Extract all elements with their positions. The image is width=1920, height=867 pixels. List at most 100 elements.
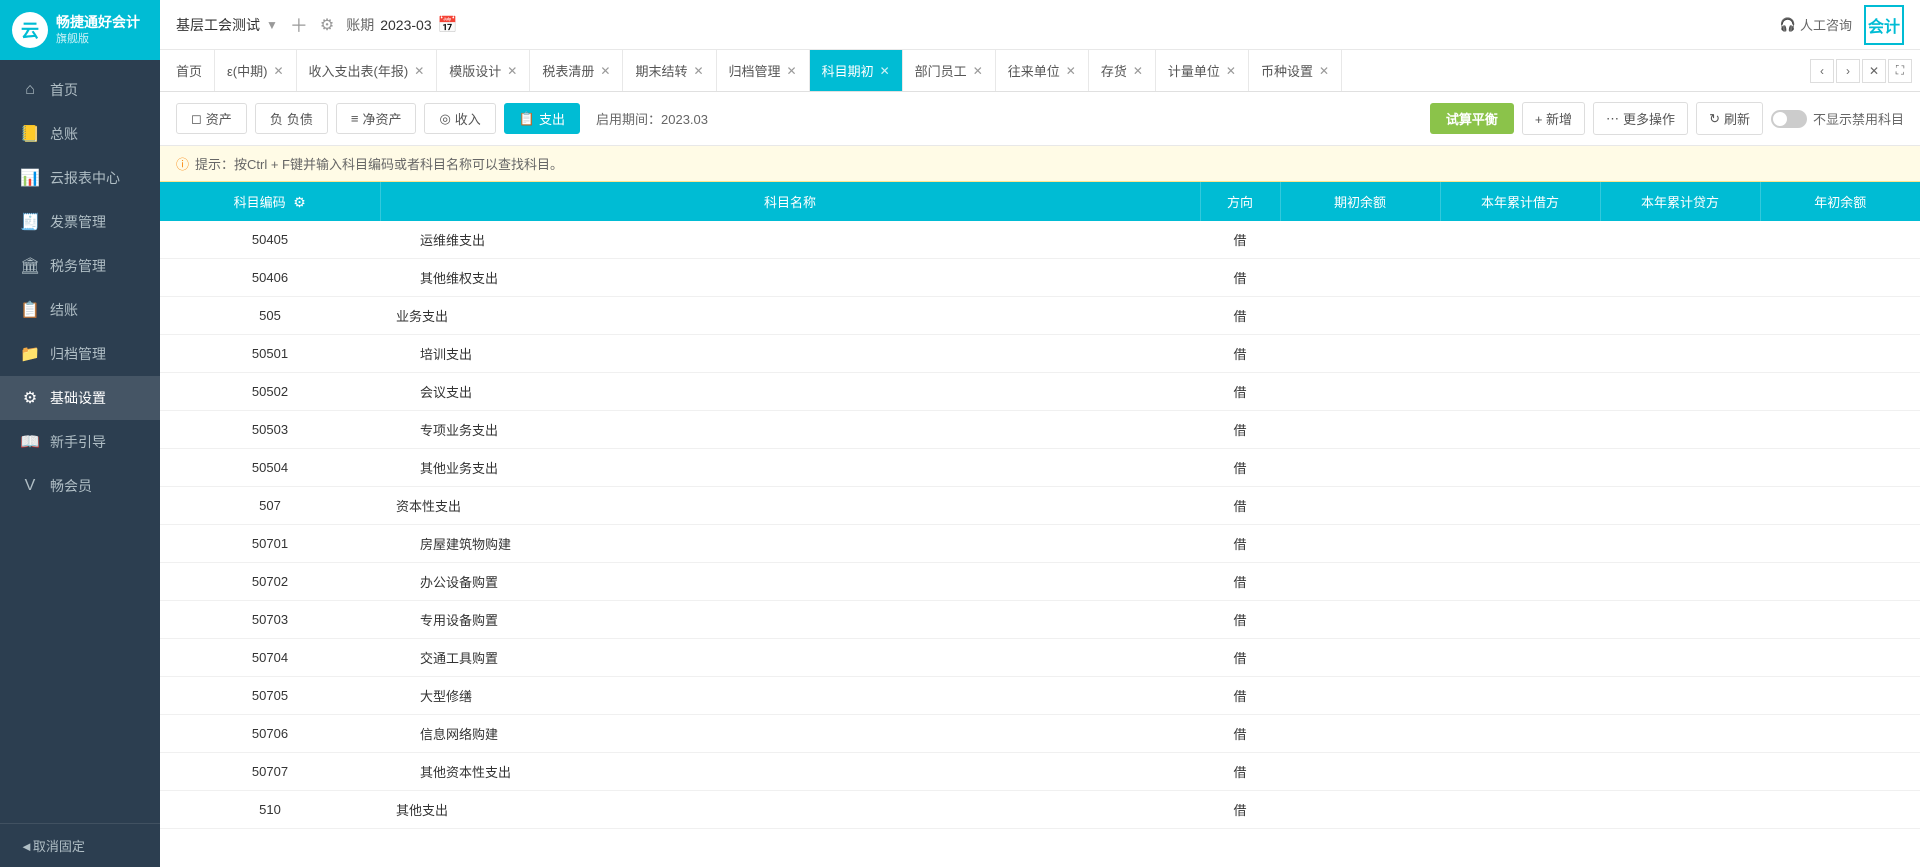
cell-direction: 借 bbox=[1200, 639, 1280, 677]
table-row[interactable]: 50702办公设备购置借 bbox=[160, 563, 1920, 601]
kuaiji-button[interactable]: 会计 bbox=[1864, 5, 1904, 45]
table-row[interactable]: 50501培训支出借 bbox=[160, 335, 1920, 373]
close-icon[interactable]: ✕ bbox=[1226, 64, 1236, 78]
sidebar-item-member[interactable]: V 畅会员 bbox=[0, 464, 160, 508]
tab-archive[interactable]: 归档管理 ✕ bbox=[717, 50, 810, 92]
close-icon[interactable]: ✕ bbox=[1319, 64, 1329, 78]
filter-netasset-button[interactable]: ≡ 净资产 bbox=[336, 103, 417, 134]
close-icon[interactable]: ✕ bbox=[787, 64, 797, 78]
cell-annual-credit bbox=[1600, 753, 1760, 791]
cell-name: 房屋建筑物购建 bbox=[380, 525, 1200, 563]
col-name: 科目名称 bbox=[380, 182, 1200, 221]
tab-midterm[interactable]: ε(中期) ✕ bbox=[215, 50, 297, 92]
more-actions-button[interactable]: ⋯ 更多操作 bbox=[1593, 102, 1688, 135]
col-annual-credit: 本年累计贷方 bbox=[1600, 182, 1760, 221]
cell-annual-balance bbox=[1760, 411, 1920, 449]
tab-prev-button[interactable]: ‹ bbox=[1810, 59, 1834, 83]
company-selector[interactable]: 基层工会测试 ▼ bbox=[176, 15, 278, 35]
filter-income-button[interactable]: ◎ 收入 bbox=[424, 103, 495, 134]
cell-code: 50706 bbox=[160, 715, 380, 753]
close-icon[interactable]: ✕ bbox=[507, 64, 517, 78]
table-container[interactable]: 科目编码 ⚙ 科目名称 方向 期初余额 本年累计借方 本年累计贷方 年初余额 5… bbox=[160, 182, 1920, 867]
table-row[interactable]: 50503专项业务支出借 bbox=[160, 411, 1920, 449]
tabbar-navigation: ‹ › ✕ ⛶ bbox=[1806, 59, 1916, 83]
close-icon[interactable]: ✕ bbox=[600, 64, 610, 78]
cell-annual-credit bbox=[1600, 297, 1760, 335]
table-row[interactable]: 50703专用设备购置借 bbox=[160, 601, 1920, 639]
sidebar-item-home[interactable]: ⌂ 首页 bbox=[0, 68, 160, 112]
sidebar-item-tax[interactable]: 🏛 税务管理 bbox=[0, 244, 160, 288]
sidebar-item-invoice[interactable]: 🧾 发票管理 bbox=[0, 200, 160, 244]
sidebar-footer[interactable]: ◄取消固定 bbox=[0, 823, 160, 867]
service-button[interactable]: 🎧 人工咨询 bbox=[1780, 15, 1852, 34]
table-row[interactable]: 50502会议支出借 bbox=[160, 373, 1920, 411]
tab-inventory[interactable]: 存货 ✕ bbox=[1089, 50, 1156, 92]
table-row[interactable]: 50701房屋建筑物购建借 bbox=[160, 525, 1920, 563]
refresh-button[interactable]: ↻ 刷新 bbox=[1696, 102, 1763, 135]
table-row[interactable]: 50406其他维权支出借 bbox=[160, 259, 1920, 297]
cell-direction: 借 bbox=[1200, 525, 1280, 563]
table-row[interactable]: 50405运维维支出借 bbox=[160, 221, 1920, 259]
cell-direction: 借 bbox=[1200, 487, 1280, 525]
tab-currency[interactable]: 币种设置 ✕ bbox=[1249, 50, 1342, 92]
sidebar-item-archive[interactable]: 📁 归档管理 bbox=[0, 332, 160, 376]
tab-close-all-button[interactable]: ✕ bbox=[1862, 59, 1886, 83]
table-row[interactable]: 50706信息网络购建借 bbox=[160, 715, 1920, 753]
cell-code: 50503 bbox=[160, 411, 380, 449]
close-icon[interactable]: ✕ bbox=[414, 64, 424, 78]
sidebar-item-guide[interactable]: 📖 新手引导 bbox=[0, 420, 160, 464]
sidebar-item-ledger[interactable]: 📒 总账 bbox=[0, 112, 160, 156]
tab-contacts[interactable]: 往来单位 ✕ bbox=[996, 50, 1089, 92]
table-row[interactable]: 50504其他业务支出借 bbox=[160, 449, 1920, 487]
tab-unit[interactable]: 计量单位 ✕ bbox=[1156, 50, 1249, 92]
tab-annual-report[interactable]: 收入支出表(年报) ✕ bbox=[297, 50, 438, 92]
refresh-icon: ↻ bbox=[1709, 111, 1720, 127]
tab-subject-initial[interactable]: 科目期初 ✕ bbox=[810, 50, 903, 92]
toggle-switch-button[interactable] bbox=[1771, 110, 1807, 128]
tab-expand-button[interactable]: ⛶ bbox=[1888, 59, 1912, 83]
cell-balance bbox=[1280, 449, 1440, 487]
cell-code: 50701 bbox=[160, 525, 380, 563]
add-tab-button[interactable]: ＋ bbox=[290, 12, 308, 38]
add-button[interactable]: + 新增 bbox=[1522, 102, 1585, 135]
tab-tax-table[interactable]: 税表清册 ✕ bbox=[530, 50, 623, 92]
col-code: 科目编码 ⚙ bbox=[160, 182, 380, 221]
table-row[interactable]: 505业务支出借 bbox=[160, 297, 1920, 335]
close-icon[interactable]: ✕ bbox=[693, 64, 703, 78]
filter-liability-button[interactable]: 负 负债 bbox=[255, 103, 328, 134]
column-settings-icon[interactable]: ⚙ bbox=[293, 194, 306, 210]
cell-name: 其他业务支出 bbox=[380, 449, 1200, 487]
headset-icon: 🎧 bbox=[1780, 17, 1796, 33]
cell-annual-debit bbox=[1440, 563, 1600, 601]
close-icon[interactable]: ✕ bbox=[973, 64, 983, 78]
table-row[interactable]: 50707其他资本性支出借 bbox=[160, 753, 1920, 791]
filter-asset-button[interactable]: ◻ 资产 bbox=[176, 103, 247, 134]
tab-department[interactable]: 部门员工 ✕ bbox=[903, 50, 996, 92]
col-annual-balance: 年初余额 bbox=[1760, 182, 1920, 221]
calendar-icon[interactable]: 📅 bbox=[438, 15, 458, 35]
sidebar-item-closing[interactable]: 📋 结账 bbox=[0, 288, 160, 332]
cell-annual-debit bbox=[1440, 335, 1600, 373]
close-icon[interactable]: ✕ bbox=[1066, 64, 1076, 78]
filter-expense-button[interactable]: 📋 支出 bbox=[504, 103, 580, 134]
tab-next-button[interactable]: › bbox=[1836, 59, 1860, 83]
sidebar-item-reports[interactable]: 📊 云报表中心 bbox=[0, 156, 160, 200]
close-icon[interactable]: ✕ bbox=[1133, 64, 1143, 78]
cell-annual-credit bbox=[1600, 601, 1760, 639]
table-row[interactable]: 507资本性支出借 bbox=[160, 487, 1920, 525]
cell-name: 培训支出 bbox=[380, 335, 1200, 373]
main-area: 基层工会测试 ▼ ＋ ⚙ 账期 2023-03 📅 🎧 人工咨询 会计 首页 ε… bbox=[160, 0, 1920, 867]
settings-button[interactable]: ⚙ bbox=[320, 15, 334, 35]
archive-icon: 📁 bbox=[20, 344, 40, 364]
close-icon[interactable]: ✕ bbox=[273, 64, 283, 78]
table-row[interactable]: 50705大型修缮借 bbox=[160, 677, 1920, 715]
sidebar-item-settings[interactable]: ⚙ 基础设置 bbox=[0, 376, 160, 420]
cell-name: 运维维支出 bbox=[380, 221, 1200, 259]
close-icon[interactable]: ✕ bbox=[880, 64, 890, 78]
balance-button[interactable]: 试算平衡 bbox=[1430, 103, 1514, 134]
tab-template[interactable]: 模版设计 ✕ bbox=[437, 50, 530, 92]
tab-home[interactable]: 首页 bbox=[164, 50, 215, 92]
table-row[interactable]: 50704交通工具购置借 bbox=[160, 639, 1920, 677]
table-row[interactable]: 510其他支出借 bbox=[160, 791, 1920, 829]
tab-period-close[interactable]: 期末结转 ✕ bbox=[623, 50, 716, 92]
